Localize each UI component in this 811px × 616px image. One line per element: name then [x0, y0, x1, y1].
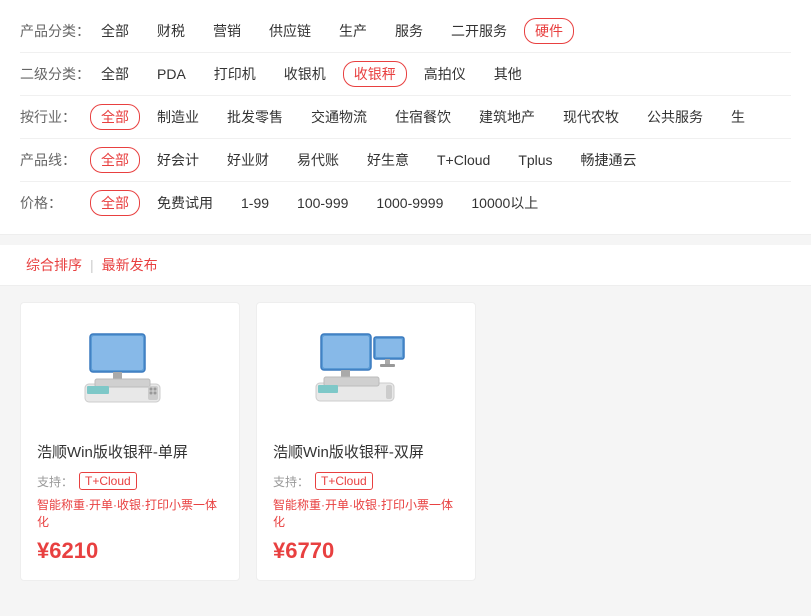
filter-section: 产品分类： 全部 财税 营销 供应链 生产 服务 二开服务 硬件 二级分类： 全… [0, 0, 811, 235]
filter-items-product-category: 全部 财税 营销 供应链 生产 服务 二开服务 硬件 [90, 18, 574, 44]
filter-row-price: 价格： 全部 免费试用 1-99 100-999 1000-9999 10000… [20, 182, 791, 224]
filter-item-pl-business[interactable]: 好生意 [356, 147, 420, 173]
filter-item-cat-hardware[interactable]: 硬件 [524, 18, 574, 44]
filter-item-price-all[interactable]: 全部 [90, 190, 140, 216]
product-title-1: 浩顺Win版收银秤-单屏 [37, 441, 223, 462]
filter-row-sub-category: 二级分类： 全部 PDA 打印机 收银机 收银秤 高拍仪 其他 [20, 53, 791, 96]
product-image-area-1 [37, 319, 223, 429]
filter-items-sub-category: 全部 PDA 打印机 收银机 收银秤 高拍仪 其他 [90, 61, 533, 87]
filter-item-pl-tcloud[interactable]: T+Cloud [426, 149, 501, 171]
filter-item-price-p1[interactable]: 1-99 [230, 192, 280, 214]
filter-item-pl-finance[interactable]: 好业财 [216, 147, 280, 173]
product-card-1[interactable]: 浩顺Win版收银秤-单屏 支持： T+Cloud 智能称重·开单·收银·打印小票… [20, 302, 240, 581]
filter-row-industry: 按行业： 全部 制造业 批发零售 交通物流 住宿餐饮 建筑地产 现代农牧 公共服… [20, 96, 791, 139]
filter-item-cat-service[interactable]: 服务 [384, 18, 434, 44]
product-card-2[interactable]: 浩顺Win版收银秤-双屏 支持： T+Cloud 智能称重·开单·收银·打印小票… [256, 302, 476, 581]
filter-item-ind-manufacturing[interactable]: 制造业 [146, 104, 210, 130]
filter-item-cat-tax[interactable]: 财税 [146, 18, 196, 44]
product-price-2: ¥6770 [273, 538, 459, 564]
filter-row-product-line: 产品线： 全部 好会计 好业财 易代账 好生意 T+Cloud Tplus 畅捷… [20, 139, 791, 182]
filter-items-product-line: 全部 好会计 好业财 易代账 好生意 T+Cloud Tplus 畅捷通云 [90, 147, 648, 173]
filter-items-price: 全部 免费试用 1-99 100-999 1000-9999 10000以上 [90, 190, 549, 216]
filter-item-ind-bio[interactable]: 生 [720, 104, 756, 130]
product-desc-1: 智能称重·开单·收银·打印小票一体化 [37, 496, 223, 530]
support-label-2: 支持： [273, 473, 309, 490]
sort-comprehensive[interactable]: 综合排序 [20, 253, 88, 277]
filter-item-sub-printer[interactable]: 打印机 [203, 61, 267, 87]
filter-item-price-p4[interactable]: 10000以上 [460, 190, 549, 216]
filter-item-sub-cashier[interactable]: 收银机 [273, 61, 337, 87]
product-title-2: 浩顺Win版收银秤-双屏 [273, 441, 459, 462]
filter-item-cat-supply[interactable]: 供应链 [258, 18, 322, 44]
product-image-area-2 [273, 319, 459, 429]
filter-item-pl-all[interactable]: 全部 [90, 147, 140, 173]
filter-item-price-p2[interactable]: 100-999 [286, 192, 359, 214]
filter-row-product-category: 产品分类： 全部 财税 营销 供应链 生产 服务 二开服务 硬件 [20, 10, 791, 53]
filter-item-sub-pda[interactable]: PDA [146, 63, 197, 85]
sort-bar: 综合排序 | 最新发布 [0, 245, 811, 286]
filter-item-sub-scale[interactable]: 收银秤 [343, 61, 407, 87]
filter-label-product-line: 产品线： [20, 150, 90, 170]
filter-item-ind-retail[interactable]: 批发零售 [216, 104, 294, 130]
filter-item-pl-tplus[interactable]: Tplus [507, 149, 563, 171]
product-image-1 [70, 329, 190, 419]
filter-item-sub-other[interactable]: 其他 [483, 61, 533, 87]
filter-items-industry: 全部 制造业 批发零售 交通物流 住宿餐饮 建筑地产 现代农牧 公共服务 生 [90, 104, 756, 130]
filter-label-product-category: 产品分类： [20, 21, 90, 41]
filter-item-price-p3[interactable]: 1000-9999 [365, 192, 454, 214]
product-desc-2: 智能称重·开单·收银·打印小票一体化 [273, 496, 459, 530]
support-tag-2[interactable]: T+Cloud [315, 472, 373, 490]
product-price-1: ¥6210 [37, 538, 223, 564]
support-tag-1[interactable]: T+Cloud [79, 472, 137, 490]
product-support-1: 支持： T+Cloud [37, 472, 223, 490]
sort-divider: | [88, 257, 96, 273]
filter-item-cat-production[interactable]: 生产 [328, 18, 378, 44]
product-image-2 [306, 329, 426, 419]
filter-item-ind-hospitality[interactable]: 住宿餐饮 [384, 104, 462, 130]
filter-item-sub-camera[interactable]: 高拍仪 [413, 61, 477, 87]
filter-item-ind-all[interactable]: 全部 [90, 104, 140, 130]
filter-item-ind-agriculture[interactable]: 现代农牧 [552, 104, 630, 130]
filter-label-industry: 按行业： [20, 107, 90, 127]
filter-label-sub-category: 二级分类： [20, 64, 90, 84]
filter-item-pl-express[interactable]: 畅捷通云 [570, 147, 648, 173]
products-area: 浩顺Win版收银秤-单屏 支持： T+Cloud 智能称重·开单·收银·打印小票… [0, 286, 811, 597]
filter-item-pl-tax2[interactable]: 易代账 [286, 147, 350, 173]
filter-item-ind-realestate[interactable]: 建筑地产 [468, 104, 546, 130]
filter-label-price: 价格： [20, 193, 90, 213]
filter-item-sub-all[interactable]: 全部 [90, 61, 140, 87]
filter-item-pl-account[interactable]: 好会计 [146, 147, 210, 173]
support-label-1: 支持： [37, 473, 73, 490]
filter-item-price-free[interactable]: 免费试用 [146, 190, 224, 216]
filter-item-cat-dev[interactable]: 二开服务 [440, 18, 518, 44]
filter-item-ind-public[interactable]: 公共服务 [636, 104, 714, 130]
sort-latest[interactable]: 最新发布 [96, 253, 164, 277]
filter-item-cat-marketing[interactable]: 营销 [202, 18, 252, 44]
product-support-2: 支持： T+Cloud [273, 472, 459, 490]
filter-item-cat-all[interactable]: 全部 [90, 18, 140, 44]
filter-item-ind-logistics[interactable]: 交通物流 [300, 104, 378, 130]
